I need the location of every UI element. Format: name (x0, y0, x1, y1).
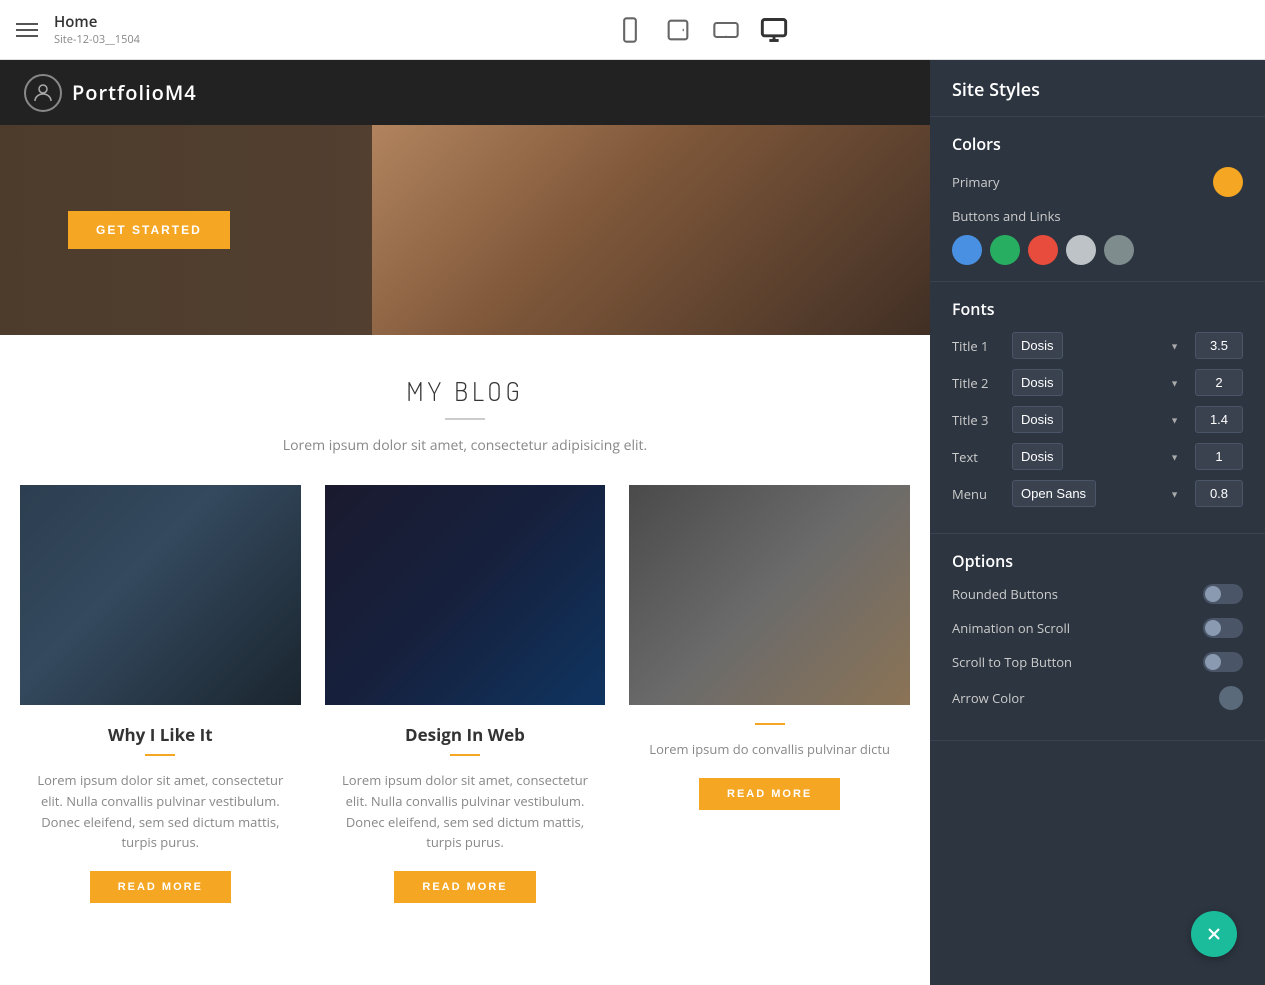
font-label: Title 3 (952, 411, 1004, 429)
fab-button[interactable] (1191, 911, 1237, 957)
blog-card-divider (145, 754, 175, 756)
read-more-button[interactable]: READ MORE (90, 871, 231, 903)
hero-section: GET STARTED (0, 125, 930, 335)
font-label: Menu (952, 485, 1004, 503)
font-label: Title 2 (952, 374, 1004, 392)
blog-description: Lorem ipsum dolor sit amet, consectetur … (20, 436, 910, 455)
main-layout: PortfolioM4 GET STARTED MY BLOG Lorem ip… (0, 60, 1265, 985)
buttons-color-row: Buttons and Links (952, 207, 1243, 225)
blog-card-divider (450, 754, 480, 756)
font-label: Title 1 (952, 337, 1004, 355)
font-row-title3: Title 3 Dosis (952, 406, 1243, 433)
arrow-color-label: Arrow Color (952, 689, 1219, 707)
scroll-top-row: Scroll to Top Button (952, 652, 1243, 672)
mobile-icon[interactable] (616, 16, 644, 44)
colors-section: Colors Primary Buttons and Links (930, 117, 1265, 282)
button-color-swatches (952, 235, 1243, 265)
tablet-landscape-icon[interactable] (712, 16, 740, 44)
blog-card-divider (755, 723, 785, 725)
fonts-title: Fonts (952, 298, 1243, 320)
arrow-color-swatch[interactable] (1219, 686, 1243, 710)
blog-section: MY BLOG Lorem ipsum dolor sit amet, cons… (0, 335, 930, 943)
font-select-title1[interactable]: Dosis (1012, 332, 1063, 359)
desktop-icon[interactable] (760, 16, 788, 44)
animation-scroll-row: Animation on Scroll (952, 618, 1243, 638)
scroll-top-toggle[interactable] (1203, 652, 1243, 672)
font-select-wrap: Dosis (1012, 406, 1187, 433)
font-select-title2[interactable]: Dosis (1012, 369, 1063, 396)
font-select-wrap: Dosis (1012, 332, 1187, 359)
tablet-icon[interactable] (664, 16, 692, 44)
blog-card-image (629, 485, 910, 705)
primary-label: Primary (952, 173, 1213, 191)
blog-card-text: Lorem ipsum dolor sit amet, consectetur … (20, 770, 301, 853)
animation-scroll-label: Animation on Scroll (952, 619, 1203, 637)
color-swatch-red[interactable] (1028, 235, 1058, 265)
animation-scroll-toggle[interactable] (1203, 618, 1243, 638)
blog-card-title: Design In Web (325, 723, 606, 746)
primary-color-swatch[interactable] (1213, 167, 1243, 197)
blog-card-image (325, 485, 606, 705)
top-bar: Home Site-12-03__1504 (0, 0, 1265, 60)
color-swatch-dark[interactable] (1104, 235, 1134, 265)
blog-card-title: Why I Like It (20, 723, 301, 746)
primary-color-row: Primary (952, 167, 1243, 197)
read-more-button[interactable]: READ MORE (699, 778, 840, 810)
font-select-wrap: Dosis (1012, 369, 1187, 396)
scroll-top-label: Scroll to Top Button (952, 653, 1203, 671)
site-nav: PortfolioM4 (0, 60, 930, 125)
blog-card: Design In Web Lorem ipsum dolor sit amet… (325, 485, 606, 903)
site-info: Home Site-12-03__1504 (54, 12, 140, 47)
blog-card: Lorem ipsum do convallis pulvinar dictu … (629, 485, 910, 903)
rounded-buttons-toggle[interactable] (1203, 584, 1243, 604)
font-select-text[interactable]: Dosis (1012, 443, 1063, 470)
arrow-color-row: Arrow Color (952, 686, 1243, 710)
options-section: Options Rounded Buttons Animation on Scr… (930, 534, 1265, 741)
font-row-title2: Title 2 Dosis (952, 369, 1243, 396)
cta-button[interactable]: GET STARTED (68, 211, 230, 249)
font-row-menu: Menu Open Sans (952, 480, 1243, 507)
rounded-buttons-label: Rounded Buttons (952, 585, 1203, 603)
font-size-title3[interactable] (1195, 406, 1243, 433)
logo-text: PortfolioM4 (72, 79, 197, 106)
avatar (24, 74, 62, 112)
site-name: Home (54, 12, 140, 32)
color-swatch-blue[interactable] (952, 235, 982, 265)
panel-header: Site Styles (930, 60, 1265, 117)
color-swatch-light[interactable] (1066, 235, 1096, 265)
read-more-button[interactable]: READ MORE (394, 871, 535, 903)
font-select-title3[interactable]: Dosis (1012, 406, 1063, 433)
nav-logo: PortfolioM4 (24, 74, 197, 112)
blog-card: Why I Like It Lorem ipsum dolor sit amet… (20, 485, 301, 903)
hamburger-menu[interactable] (16, 23, 38, 37)
font-select-menu[interactable]: Open Sans (1012, 480, 1096, 507)
blog-grid: Why I Like It Lorem ipsum dolor sit amet… (20, 485, 910, 903)
font-select-wrap: Open Sans (1012, 480, 1187, 507)
blog-card-image (20, 485, 301, 705)
device-switcher (616, 16, 788, 44)
font-size-menu[interactable] (1195, 480, 1243, 507)
font-row-title1: Title 1 Dosis (952, 332, 1243, 359)
font-select-wrap: Dosis (1012, 443, 1187, 470)
color-swatch-green[interactable] (990, 235, 1020, 265)
blog-card-text: Lorem ipsum dolor sit amet, consectetur … (325, 770, 606, 853)
rounded-buttons-row: Rounded Buttons (952, 584, 1243, 604)
site-subtitle: Site-12-03__1504 (54, 32, 140, 47)
buttons-label: Buttons and Links (952, 207, 1243, 225)
font-row-text: Text Dosis (952, 443, 1243, 470)
font-size-title1[interactable] (1195, 332, 1243, 359)
font-size-title2[interactable] (1195, 369, 1243, 396)
blog-divider (445, 418, 485, 420)
colors-title: Colors (952, 133, 1243, 155)
font-label: Text (952, 448, 1004, 466)
font-size-text[interactable] (1195, 443, 1243, 470)
options-title: Options (952, 550, 1243, 572)
blog-card-text: Lorem ipsum do convallis pulvinar dictu (629, 739, 910, 760)
blog-title: MY BLOG (20, 375, 910, 408)
fonts-section: Fonts Title 1 Dosis Title 2 Dosis (930, 282, 1265, 534)
site-preview: PortfolioM4 GET STARTED MY BLOG Lorem ip… (0, 60, 930, 985)
right-panel: Site Styles Colors Primary Buttons and L… (930, 60, 1265, 985)
